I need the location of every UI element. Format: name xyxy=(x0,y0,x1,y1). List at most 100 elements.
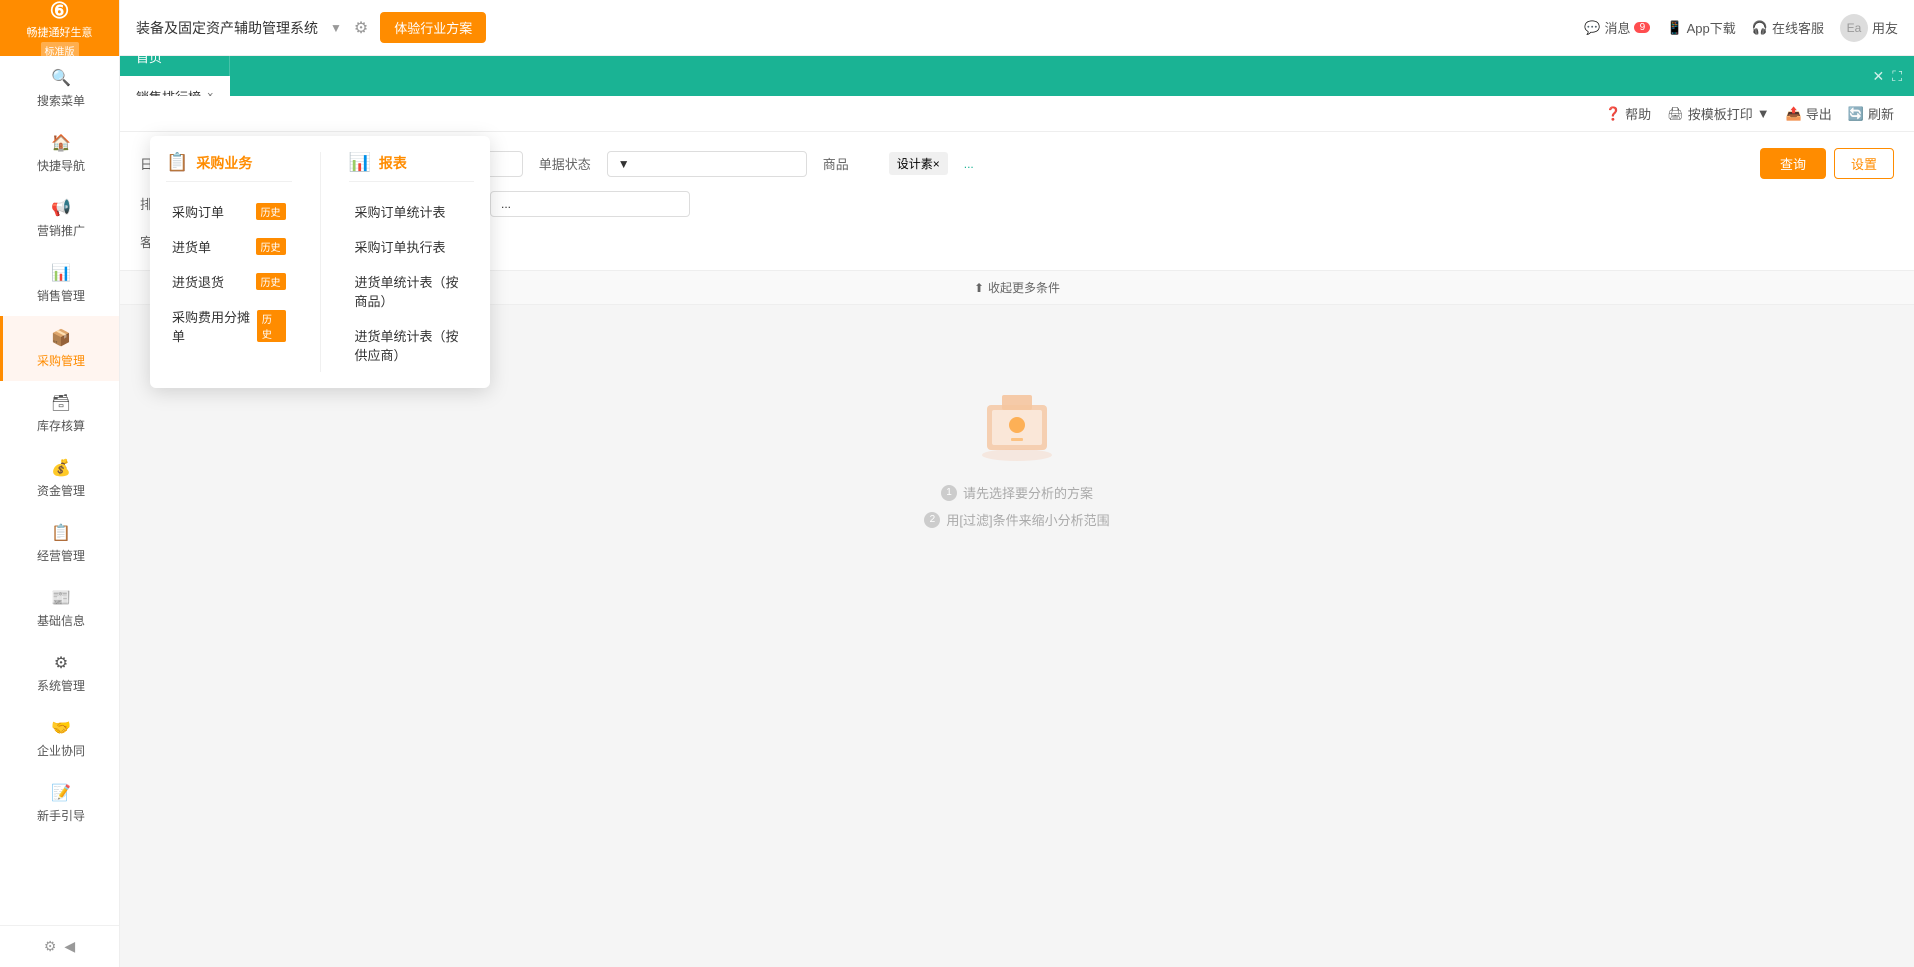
export-icon: 📤 xyxy=(1786,106,1802,122)
trial-btn[interactable]: 体验行业方案 xyxy=(380,12,486,43)
app-download-label: App下载 xyxy=(1687,18,1736,37)
purchase-menu-item[interactable]: 进货退货 历史 xyxy=(166,264,292,299)
salesman-input[interactable]: ... xyxy=(490,191,690,217)
purchase-business-col: 📋 采购业务 采购订单 历史 进货单 历史 进货退货 历史 采购费用分摊单 历史 xyxy=(166,152,292,372)
sidebar-item-operations[interactable]: 📋 经营管理 xyxy=(0,511,119,576)
refresh-icon: 🔄 xyxy=(1848,106,1864,122)
report-menu-item[interactable]: 进货单统计表（按商品） xyxy=(349,264,475,318)
help-btn[interactable]: ❓ 帮助 xyxy=(1605,104,1651,123)
sidebar-item-system[interactable]: ⚙ 系统管理 xyxy=(0,641,119,706)
user-name: 用友 xyxy=(1872,18,1898,37)
operations-label: 经营管理 xyxy=(37,547,85,564)
filter-toolbar: ❓ 帮助 🖨 按模板打印 ▼ 📤 导出 🔄 刷新 xyxy=(120,96,1914,132)
salesman-more[interactable]: ... xyxy=(501,197,511,211)
sidebar-item-quick-nav[interactable]: 🏠 快捷导航 xyxy=(0,121,119,186)
history-badge: 历史 xyxy=(257,310,286,342)
sidebar: ⑥ 畅捷通好生意 标准版 🔍 搜索菜单 🏠 快捷导航 📢 营销推广 📊 销售管理… xyxy=(0,0,120,967)
inventory-icon: 🗃 xyxy=(51,393,71,413)
tabbar: 首页销售排行榜× ✕ ⛶ xyxy=(120,56,1914,96)
sidebar-settings-btn[interactable]: ⚙ xyxy=(44,938,57,955)
purchase-report-icon: 📊 xyxy=(349,152,371,173)
collapse-text: 收起更多条件 xyxy=(988,279,1060,296)
sidebar-bottom: ⚙ ◀ xyxy=(0,925,119,967)
print-icon: 🖨 xyxy=(1667,106,1684,122)
filter-actions: 查询 设置 xyxy=(1760,148,1894,179)
report-menu-item[interactable]: 采购订单执行表 xyxy=(349,229,475,264)
tab-close-all-btn[interactable]: ✕ xyxy=(1872,68,1884,85)
report-item-label: 进货单统计表（按商品） xyxy=(355,272,469,310)
cooperation-icon: 🤝 xyxy=(51,718,71,738)
status-label: 单据状态 xyxy=(539,154,591,173)
marketing-label: 营销推广 xyxy=(37,222,85,239)
purchase-item-label: 采购订单 xyxy=(172,202,224,221)
inventory-label: 库存核算 xyxy=(37,417,85,434)
export-btn[interactable]: 📤 导出 xyxy=(1786,104,1832,123)
purchase-item-label: 进货退货 xyxy=(172,272,224,291)
user-menu[interactable]: Ea 用友 xyxy=(1840,14,1898,42)
search-icon: 🔍 xyxy=(51,68,71,88)
purchase-business-icon: 📋 xyxy=(166,152,188,173)
message-icon: 💬 xyxy=(1584,20,1600,36)
help-icon: ❓ xyxy=(1605,106,1621,122)
report-item-label: 采购订单统计表 xyxy=(355,202,446,221)
sales-label: 销售管理 xyxy=(37,287,85,304)
goods-more[interactable]: ... xyxy=(964,157,974,171)
message-btn[interactable]: 💬 消息 9 xyxy=(1584,18,1650,37)
sidebar-item-finance[interactable]: 💰 资金管理 xyxy=(0,446,119,511)
purchase-report-title: 报表 xyxy=(379,153,407,173)
report-menu-item[interactable]: 进货单统计表（按供应商） xyxy=(349,318,475,372)
app-download-btn[interactable]: 📱 App下载 xyxy=(1666,18,1735,37)
settings-btn[interactable]: 设置 xyxy=(1834,148,1894,179)
message-badge: 9 xyxy=(1634,22,1650,33)
report-menu-item[interactable]: 采购订单统计表 xyxy=(349,194,475,229)
headset-icon: 🎧 xyxy=(1752,20,1768,36)
quick-nav-icon: 🏠 xyxy=(51,133,71,153)
logo-title: 畅捷通好生意 xyxy=(27,24,93,40)
empty-hint-1: 1 请先选择要分析的方案 xyxy=(941,483,1093,502)
sidebar-item-cooperation[interactable]: 🤝 企业协同 xyxy=(0,706,119,771)
message-label: 消息 xyxy=(1604,18,1630,37)
guide-label: 新手引导 xyxy=(37,807,85,824)
print-arrow[interactable]: ▼ xyxy=(1757,106,1770,121)
quick-nav-label: 快捷导航 xyxy=(37,157,85,174)
empty-hint-2: 2 用[过滤]条件来缩小分析范围 xyxy=(924,510,1109,529)
purchase-label: 采购管理 xyxy=(37,352,85,369)
report-item-label: 采购订单执行表 xyxy=(355,237,446,256)
basic-info-label: 基础信息 xyxy=(37,612,85,629)
online-service-label: 在线客服 xyxy=(1772,18,1824,37)
status-select[interactable]: ▼ xyxy=(607,151,807,177)
query-btn[interactable]: 查询 xyxy=(1760,148,1826,179)
guide-icon: 📝 xyxy=(51,783,71,803)
purchase-item-label: 进货单 xyxy=(172,237,211,256)
sidebar-item-basic-info[interactable]: 📰 基础信息 xyxy=(0,576,119,641)
status-arrow: ▼ xyxy=(618,157,630,171)
print-btn[interactable]: 🖨 按模板打印 ▼ xyxy=(1667,104,1769,123)
topbar-dropdown-arrow[interactable]: ▼ xyxy=(330,21,342,35)
sidebar-menu: 🔍 搜索菜单 🏠 快捷导航 📢 营销推广 📊 销售管理 📦 采购管理 🗃 库存核… xyxy=(0,56,119,836)
sidebar-item-purchase[interactable]: 📦 采购管理 xyxy=(0,316,119,381)
marketing-icon: 📢 xyxy=(51,198,71,218)
purchase-menu-item[interactable]: 采购订单 历史 xyxy=(166,194,292,229)
report-item-label: 进货单统计表（按供应商） xyxy=(355,326,469,364)
empty-icon xyxy=(967,385,1067,465)
cooperation-label: 企业协同 xyxy=(37,742,85,759)
refresh-label: 刷新 xyxy=(1868,104,1894,123)
sidebar-item-search[interactable]: 🔍 搜索菜单 xyxy=(0,56,119,121)
purchase-menu-item[interactable]: 采购费用分摊单 历史 xyxy=(166,299,292,353)
sidebar-collapse-btn[interactable]: ◀ xyxy=(64,938,75,955)
sidebar-item-inventory[interactable]: 🗃 库存核算 xyxy=(0,381,119,446)
sidebar-item-guide[interactable]: 📝 新手引导 xyxy=(0,771,119,836)
refresh-btn[interactable]: 🔄 刷新 xyxy=(1848,104,1894,123)
history-badge: 历史 xyxy=(256,273,286,290)
topbar-gear-icon[interactable]: ⚙ xyxy=(354,18,368,38)
tab-maximize-btn[interactable]: ⛶ xyxy=(1892,68,1902,85)
online-service-btn[interactable]: 🎧 在线客服 xyxy=(1752,18,1824,37)
avatar: Ea xyxy=(1840,14,1868,42)
sidebar-item-marketing[interactable]: 📢 营销推广 xyxy=(0,186,119,251)
purchase-menu-item[interactable]: 进货单 历史 xyxy=(166,229,292,264)
sales-icon: 📊 xyxy=(51,263,71,283)
purchase-report-col: 📊 报表 采购订单统计表采购订单执行表进货单统计表（按商品） 进货单统计表（按供应… xyxy=(349,152,475,372)
sidebar-item-sales[interactable]: 📊 销售管理 xyxy=(0,251,119,316)
tab-home[interactable]: 首页 xyxy=(120,36,230,76)
topbar-right: 💬 消息 9 📱 App下载 🎧 在线客服 Ea 用友 xyxy=(1584,14,1898,42)
